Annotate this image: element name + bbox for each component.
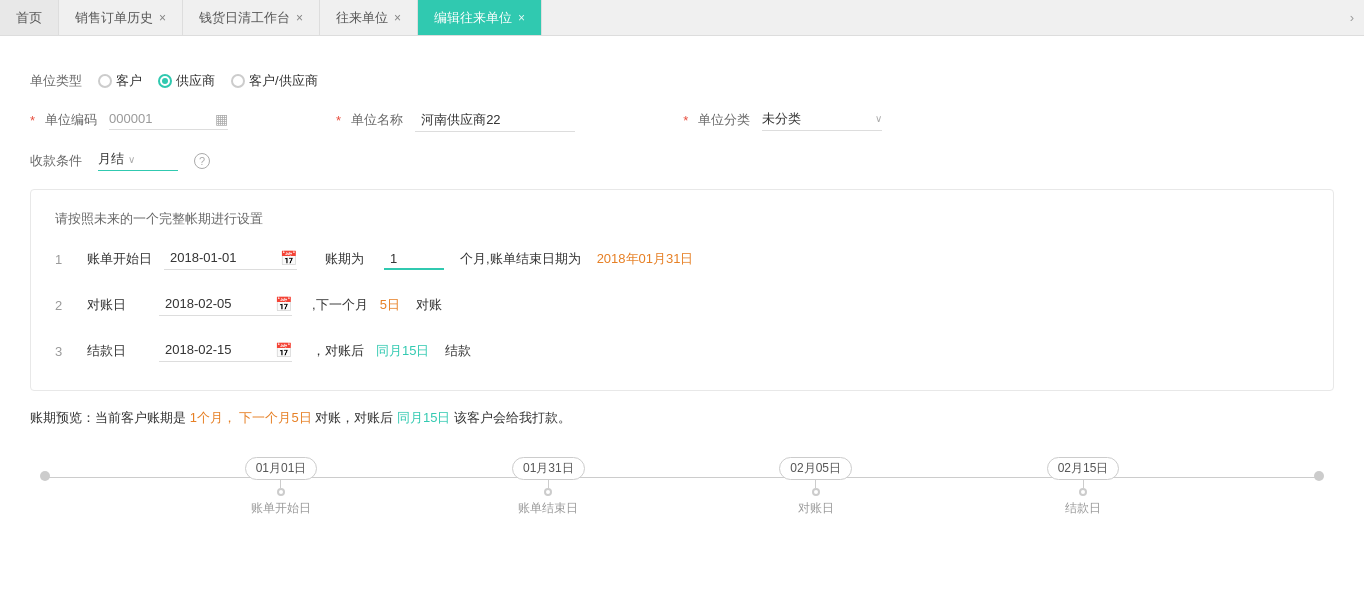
preview-section: 账期预览：当前客户账期是 1个月， 下一个月5日 对账，对账后 同月15日 该客… bbox=[30, 395, 1334, 537]
preview-text: 账期预览：当前客户账期是 1个月， 下一个月5日 对账，对账后 同月15日 该客… bbox=[30, 409, 1334, 427]
unit-type-row: 单位类型 客户 供应商 客户/供应商 bbox=[30, 72, 1334, 90]
tab-cash-work-label: 钱货日清工作台 bbox=[199, 9, 290, 27]
period-row-1: 1 账单开始日 📅 账期为 个月,账单结束日期为 2018年01月31日 bbox=[55, 248, 1309, 270]
unit-category-select[interactable]: 未分类 ∨ bbox=[762, 110, 882, 131]
timeline-end bbox=[1314, 471, 1324, 481]
chevron-down-icon: ∨ bbox=[128, 154, 135, 165]
timeline-container: 01月01日 账单开始日 01月31日 账单结束日 02月05日 对账日 bbox=[40, 457, 1324, 517]
payment-terms-select[interactable]: 月结 ∨ bbox=[98, 150, 178, 171]
radio-supplier-label: 供应商 bbox=[176, 72, 215, 90]
period-field-label-3: 结款日 bbox=[87, 342, 147, 360]
close-icon[interactable]: × bbox=[394, 11, 401, 25]
tab-edit-partner[interactable]: 编辑往来单位 × bbox=[418, 0, 542, 35]
timeline-node-4: 02月15日 结款日 bbox=[1047, 457, 1120, 517]
tab-sales-history[interactable]: 销售订单历史 × bbox=[59, 0, 183, 35]
radio-circle-both bbox=[231, 74, 245, 88]
radio-group: 客户 供应商 客户/供应商 bbox=[98, 72, 318, 90]
calendar-icon[interactable]: ▦ bbox=[215, 111, 228, 127]
period-date-field-3[interactable] bbox=[159, 340, 269, 359]
calendar-icon-2[interactable]: 📅 bbox=[275, 296, 292, 312]
unit-category-group: * 单位分类 未分类 ∨ bbox=[683, 110, 882, 131]
unit-code-input-wrapper: ▦ bbox=[109, 111, 228, 130]
period-num-2: 2 bbox=[55, 298, 75, 313]
period-date-input-3: 📅 bbox=[159, 340, 292, 362]
tab-home[interactable]: 首页 bbox=[0, 0, 59, 35]
required-star-cat: * bbox=[683, 113, 688, 128]
period-desc-highlight-3: 同月15日 bbox=[376, 342, 429, 360]
payment-terms-row: 收款条件 月结 ∨ ? bbox=[30, 150, 1334, 171]
radio-customer-label: 客户 bbox=[116, 72, 142, 90]
timeline-start bbox=[40, 471, 50, 481]
unit-name-input[interactable] bbox=[415, 108, 575, 132]
unit-category-value: 未分类 bbox=[762, 110, 801, 128]
tab-partner-label: 往来单位 bbox=[336, 9, 388, 27]
radio-supplier[interactable]: 供应商 bbox=[158, 72, 215, 90]
close-icon[interactable]: × bbox=[296, 11, 303, 25]
question-icon[interactable]: ? bbox=[194, 153, 210, 169]
period-date-input-1: 📅 bbox=[164, 248, 297, 270]
unit-code-label: 单位编码 bbox=[45, 111, 97, 129]
radio-both-label: 客户/供应商 bbox=[249, 72, 318, 90]
payment-terms-value: 月结 bbox=[98, 150, 124, 168]
preview-part1: 1个月， bbox=[190, 410, 236, 425]
close-icon[interactable]: × bbox=[159, 11, 166, 25]
chevron-down-icon: ∨ bbox=[875, 113, 882, 124]
period-row-3: 3 结款日 📅 ，对账后 同月15日 结款 bbox=[55, 340, 1309, 362]
preview-part5: 该客户会给我打款。 bbox=[454, 410, 571, 425]
code-name-category-row: * 单位编码 ▦ * 单位名称 * 单位分类 未分类 ∨ bbox=[30, 108, 1334, 132]
unit-name-group: * 单位名称 bbox=[336, 108, 575, 132]
period-suffix-1: 个月,账单结束日期为 bbox=[460, 250, 581, 268]
preview-part4: 同月15日 bbox=[397, 410, 450, 425]
tab-more-arrow[interactable]: › bbox=[1340, 0, 1364, 35]
timeline-node-2: 01月31日 账单结束日 bbox=[512, 457, 585, 517]
period-date-input-2: 📅 bbox=[159, 294, 292, 316]
required-star-name: * bbox=[336, 113, 341, 128]
tab-cash-work[interactable]: 钱货日清工作台 × bbox=[183, 0, 320, 35]
timeline-node-1: 01月01日 账单开始日 bbox=[245, 457, 318, 517]
close-icon[interactable]: × bbox=[518, 11, 525, 25]
period-desc-suffix-3: 结款 bbox=[445, 342, 471, 360]
calendar-icon-1[interactable]: 📅 bbox=[280, 250, 297, 266]
payment-terms-label: 收款条件 bbox=[30, 152, 82, 170]
period-prefix-1: 账期为 bbox=[325, 250, 364, 268]
period-field-label-2: 对账日 bbox=[87, 296, 147, 314]
period-date-field-1[interactable] bbox=[164, 248, 274, 267]
period-num-3: 3 bbox=[55, 344, 75, 359]
radio-circle-customer bbox=[98, 74, 112, 88]
unit-code-input[interactable] bbox=[109, 111, 209, 126]
period-title: 请按照未来的一个完整帐期进行设置 bbox=[55, 210, 1309, 228]
preview-part3: 对账，对账后 bbox=[315, 410, 393, 425]
period-end-date-1: 2018年01月31日 bbox=[597, 250, 694, 268]
unit-code-group: * 单位编码 ▦ bbox=[30, 111, 228, 130]
preview-label: 账期预览：当前客户账期是 bbox=[30, 410, 186, 425]
radio-customer[interactable]: 客户 bbox=[98, 72, 142, 90]
period-desc-suffix-2: 对账 bbox=[416, 296, 442, 314]
tab-bar: 首页 销售订单历史 × 钱货日清工作台 × 往来单位 × 编辑往来单位 × › bbox=[0, 0, 1364, 36]
unit-category-label: 单位分类 bbox=[698, 111, 750, 129]
radio-both[interactable]: 客户/供应商 bbox=[231, 72, 318, 90]
tab-home-label: 首页 bbox=[16, 9, 42, 27]
tab-edit-partner-label: 编辑往来单位 bbox=[434, 9, 512, 27]
tab-sales-history-label: 销售订单历史 bbox=[75, 9, 153, 27]
period-box: 请按照未来的一个完整帐期进行设置 1 账单开始日 📅 账期为 个月,账单结束日期… bbox=[30, 189, 1334, 391]
main-content: 单位类型 客户 供应商 客户/供应商 * 单位编码 ▦ bbox=[0, 36, 1364, 608]
period-desc-prefix-2: ,下一个月 bbox=[312, 296, 368, 314]
timeline-node-3: 02月05日 对账日 bbox=[779, 457, 852, 517]
period-desc-highlight-2: 5日 bbox=[380, 296, 400, 314]
calendar-icon-3[interactable]: 📅 bbox=[275, 342, 292, 358]
preview-part2: 下一个月5日 bbox=[239, 410, 311, 425]
period-date-field-2[interactable] bbox=[159, 294, 269, 313]
period-month-input[interactable] bbox=[384, 249, 444, 270]
period-field-label-1: 账单开始日 bbox=[87, 250, 152, 268]
period-desc-prefix-3: ，对账后 bbox=[312, 342, 364, 360]
radio-circle-supplier bbox=[158, 74, 172, 88]
unit-type-label: 单位类型 bbox=[30, 72, 82, 90]
period-row-2: 2 对账日 📅 ,下一个月 5日 对账 bbox=[55, 294, 1309, 316]
required-star: * bbox=[30, 113, 35, 128]
period-num-1: 1 bbox=[55, 252, 75, 267]
tab-partner[interactable]: 往来单位 × bbox=[320, 0, 418, 35]
unit-name-label: 单位名称 bbox=[351, 111, 403, 129]
